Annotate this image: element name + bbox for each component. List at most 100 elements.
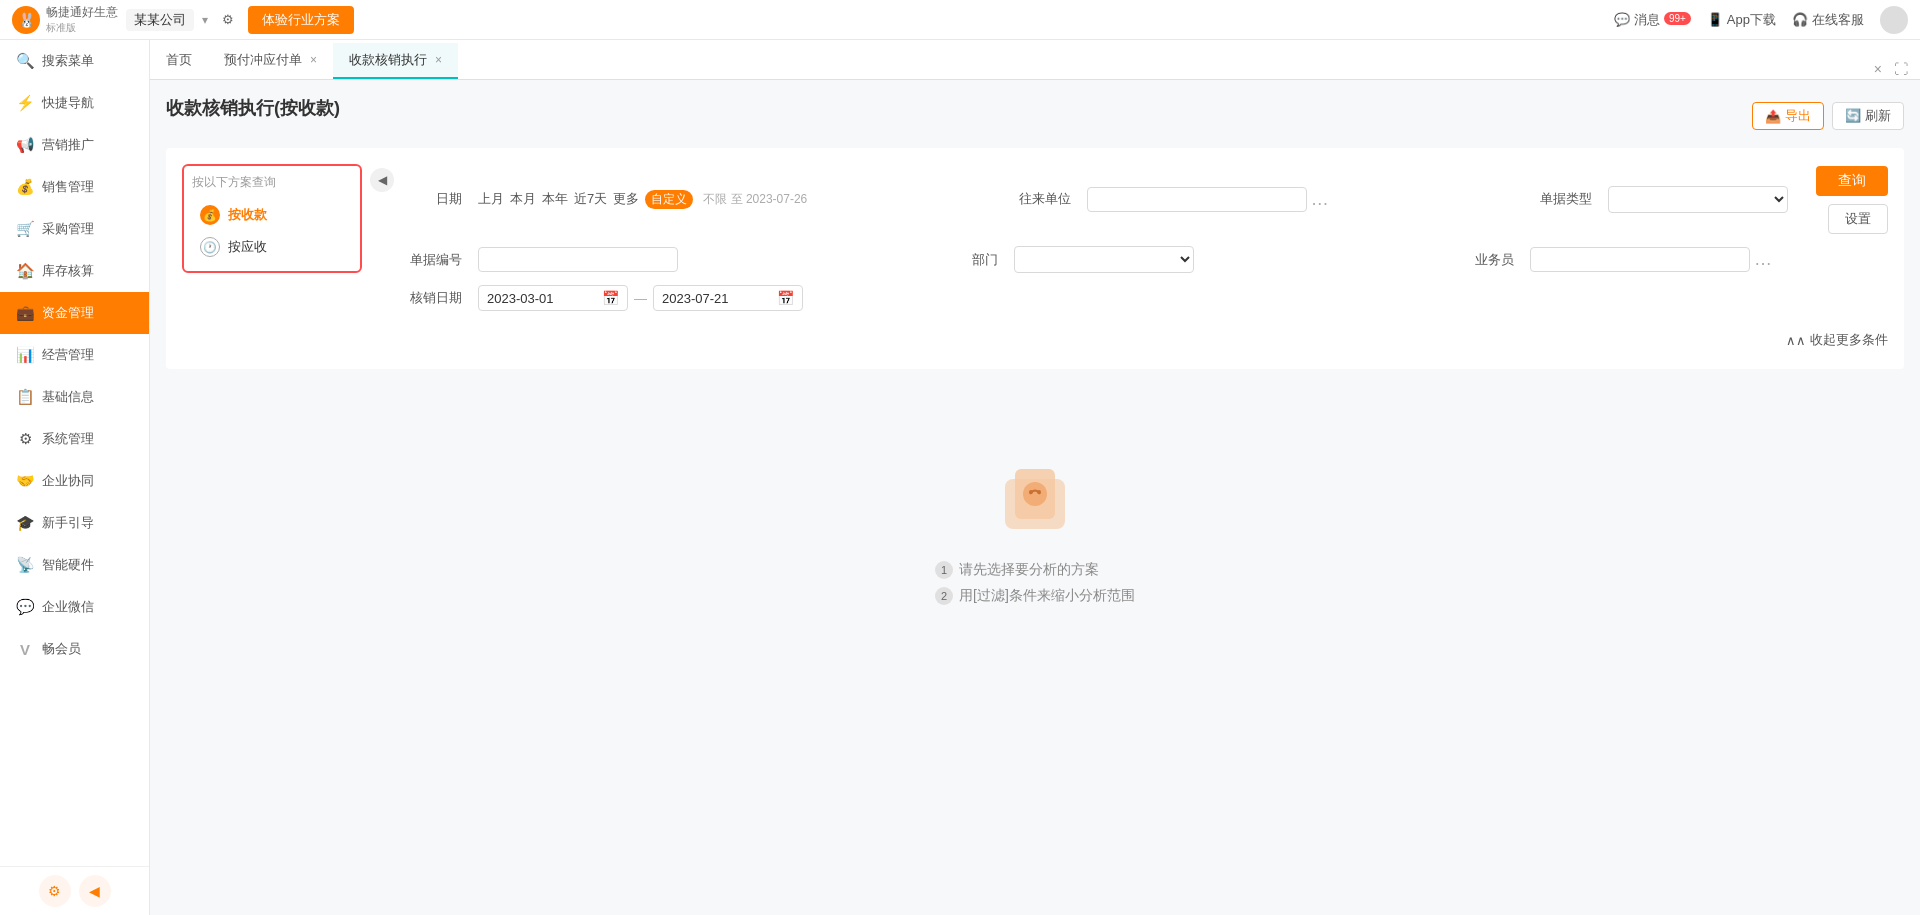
online-service-item[interactable]: 🎧 在线客服 [1792, 11, 1864, 29]
counterpart-ellipsis[interactable]: … [1311, 189, 1329, 210]
setting-button[interactable]: 设置 [1828, 204, 1888, 234]
staff-label: 业务员 [1458, 251, 1514, 269]
date-this-month[interactable]: 本月 [510, 190, 536, 208]
tabbar: 首页 预付冲应付单 × 收款核销执行 × × ⛶ [150, 40, 1920, 80]
tab-prepay[interactable]: 预付冲应付单 × [208, 43, 333, 79]
online-service-label: 在线客服 [1812, 11, 1864, 29]
dept-label: 部门 [942, 251, 998, 269]
verify-date-range: 2023-03-01 📅 — 2023-07-21 📅 [478, 285, 803, 311]
sales-icon: 💰 [16, 178, 34, 196]
sidebar-item-system[interactable]: ⚙ 系统管理 [0, 418, 149, 460]
tab-home[interactable]: 首页 [150, 43, 208, 79]
basic-icon: 📋 [16, 388, 34, 406]
date-shortcuts: 上月 本月 本年 近7天 更多 自定义 不限 至 2023-07-26 [478, 190, 807, 209]
settings-icon[interactable]: ⚙ [216, 8, 240, 32]
operation-icon: 📊 [16, 346, 34, 364]
company-name[interactable]: 某某公司 [126, 9, 194, 31]
sidebar-collapse-button[interactable]: ◀ [79, 875, 111, 907]
by-receivable-label: 按应收 [228, 238, 267, 256]
tab-receipt-label: 收款核销执行 [349, 51, 427, 69]
sidebar-item-quick-nav[interactable]: ⚡ 快捷导航 [0, 82, 149, 124]
search-menu-icon: 🔍 [16, 52, 34, 70]
sidebar-item-label: 快捷导航 [42, 94, 94, 112]
sidebar-item-label: 搜索菜单 [42, 52, 94, 70]
company-dropdown-icon[interactable]: ▾ [202, 13, 208, 27]
dept-select[interactable] [1014, 246, 1194, 273]
more-conditions-button[interactable]: ∧∧ 收起更多条件 [1786, 331, 1888, 349]
sidebar-item-hardware[interactable]: 📡 智能硬件 [0, 544, 149, 586]
export-icon: 📤 [1765, 109, 1781, 124]
close-tab-icon[interactable]: × [1870, 59, 1886, 79]
sidebar-item-wechat[interactable]: 💬 企业微信 [0, 586, 149, 628]
refresh-icon: 🔄 [1845, 108, 1861, 123]
doc-type-label: 单据类型 [1536, 190, 1592, 208]
date-this-year[interactable]: 本年 [542, 190, 568, 208]
sidebar-item-search-menu[interactable]: 🔍 搜索菜单 [0, 40, 149, 82]
doc-no-input[interactable] [478, 247, 678, 272]
svg-point-2 [1023, 482, 1047, 506]
tab-receipt[interactable]: 收款核销执行 × [333, 43, 458, 79]
counterpart-input[interactable] [1087, 187, 1307, 212]
staff-input[interactable] [1530, 247, 1750, 272]
verify-date-end-calendar-icon: 📅 [777, 290, 794, 306]
empty-illustration [985, 449, 1085, 549]
wechat-icon: 💬 [16, 598, 34, 616]
sidebar-item-finance[interactable]: 💼 资金管理 [0, 292, 149, 334]
sidebar-item-inventory[interactable]: 🏠 库存核算 [0, 250, 149, 292]
staff-field: … [1530, 247, 1772, 272]
empty-tip-1: 1 请先选择要分析的方案 [935, 561, 1135, 579]
date-custom[interactable]: 自定义 [645, 190, 693, 209]
doc-type-select[interactable] [1608, 186, 1788, 213]
sidebar-settings-button[interactable]: ⚙ [39, 875, 71, 907]
app-download-item[interactable]: 📱 App下载 [1707, 11, 1776, 29]
filter-panel-title: 按以下方案查询 [192, 174, 352, 191]
more-conditions-row: ∧∧ 收起更多条件 [406, 327, 1888, 353]
date-more[interactable]: 更多 [613, 190, 639, 208]
solution-button[interactable]: 体验行业方案 [248, 6, 354, 34]
filter-option-by-receivable[interactable]: 🕐 按应收 [192, 231, 352, 263]
export-button[interactable]: 📤 导出 [1752, 102, 1824, 130]
app-download-label: App下载 [1727, 11, 1776, 29]
enterprise-icon: 🤝 [16, 472, 34, 490]
empty-state: 1 请先选择要分析的方案 2 用[过滤]条件来缩小分析范围 [166, 449, 1904, 605]
query-button[interactable]: 查询 [1816, 166, 1888, 196]
doc-no-label: 单据编号 [406, 251, 462, 269]
logo-icon: 🐰 [12, 6, 40, 34]
staff-ellipsis[interactable]: … [1754, 249, 1772, 270]
message-badge: 99+ [1664, 12, 1691, 25]
sidebar-item-operation[interactable]: 📊 经营管理 [0, 334, 149, 376]
date-7days[interactable]: 近7天 [574, 190, 607, 208]
empty-tip-2: 2 用[过滤]条件来缩小分析范围 [935, 587, 1135, 605]
inventory-icon: 🏠 [16, 262, 34, 280]
message-item[interactable]: 💬 消息 99+ [1614, 11, 1691, 29]
verify-date-end[interactable]: 2023-07-21 📅 [653, 285, 803, 311]
sidebar-item-marketing[interactable]: 📢 营销推广 [0, 124, 149, 166]
tab-receipt-close[interactable]: × [435, 53, 442, 67]
sidebar-item-label: 销售管理 [42, 178, 94, 196]
logo-text-area: 畅捷通好生意 标准版 [46, 4, 118, 35]
logo-text: 畅捷通好生意 [46, 4, 118, 21]
tab-prepay-close[interactable]: × [310, 53, 317, 67]
hardware-icon: 📡 [16, 556, 34, 574]
user-avatar[interactable] [1880, 6, 1908, 34]
more-conditions-label: 收起更多条件 [1810, 331, 1888, 349]
collapse-up-icon: ∧∧ [1786, 333, 1806, 348]
expand-icon[interactable]: ⛶ [1890, 59, 1912, 79]
by-receipt-label: 按收款 [228, 206, 267, 224]
content-area: 首页 预付冲应付单 × 收款核销执行 × × ⛶ 收款核销执行(按收款) [150, 40, 1920, 915]
sidebar-item-label: 采购管理 [42, 220, 94, 238]
collapse-filter-button[interactable]: ◀ [370, 168, 394, 192]
refresh-button[interactable]: 🔄 刷新 [1832, 102, 1904, 130]
quick-nav-icon: ⚡ [16, 94, 34, 112]
counterpart-field: … [1087, 187, 1329, 212]
date-last-month[interactable]: 上月 [478, 190, 504, 208]
sidebar-item-sales[interactable]: 💰 销售管理 [0, 166, 149, 208]
sidebar-item-enterprise[interactable]: 🤝 企业协同 [0, 460, 149, 502]
verify-date-start[interactable]: 2023-03-01 📅 [478, 285, 628, 311]
sidebar-item-basic[interactable]: 📋 基础信息 [0, 376, 149, 418]
filter-option-by-receipt[interactable]: 💰 按收款 [192, 199, 352, 231]
message-label: 消息 [1634, 11, 1660, 29]
sidebar-item-purchase[interactable]: 🛒 采购管理 [0, 208, 149, 250]
sidebar-item-vip[interactable]: V 畅会员 [0, 628, 149, 670]
sidebar-item-guide[interactable]: 🎓 新手引导 [0, 502, 149, 544]
